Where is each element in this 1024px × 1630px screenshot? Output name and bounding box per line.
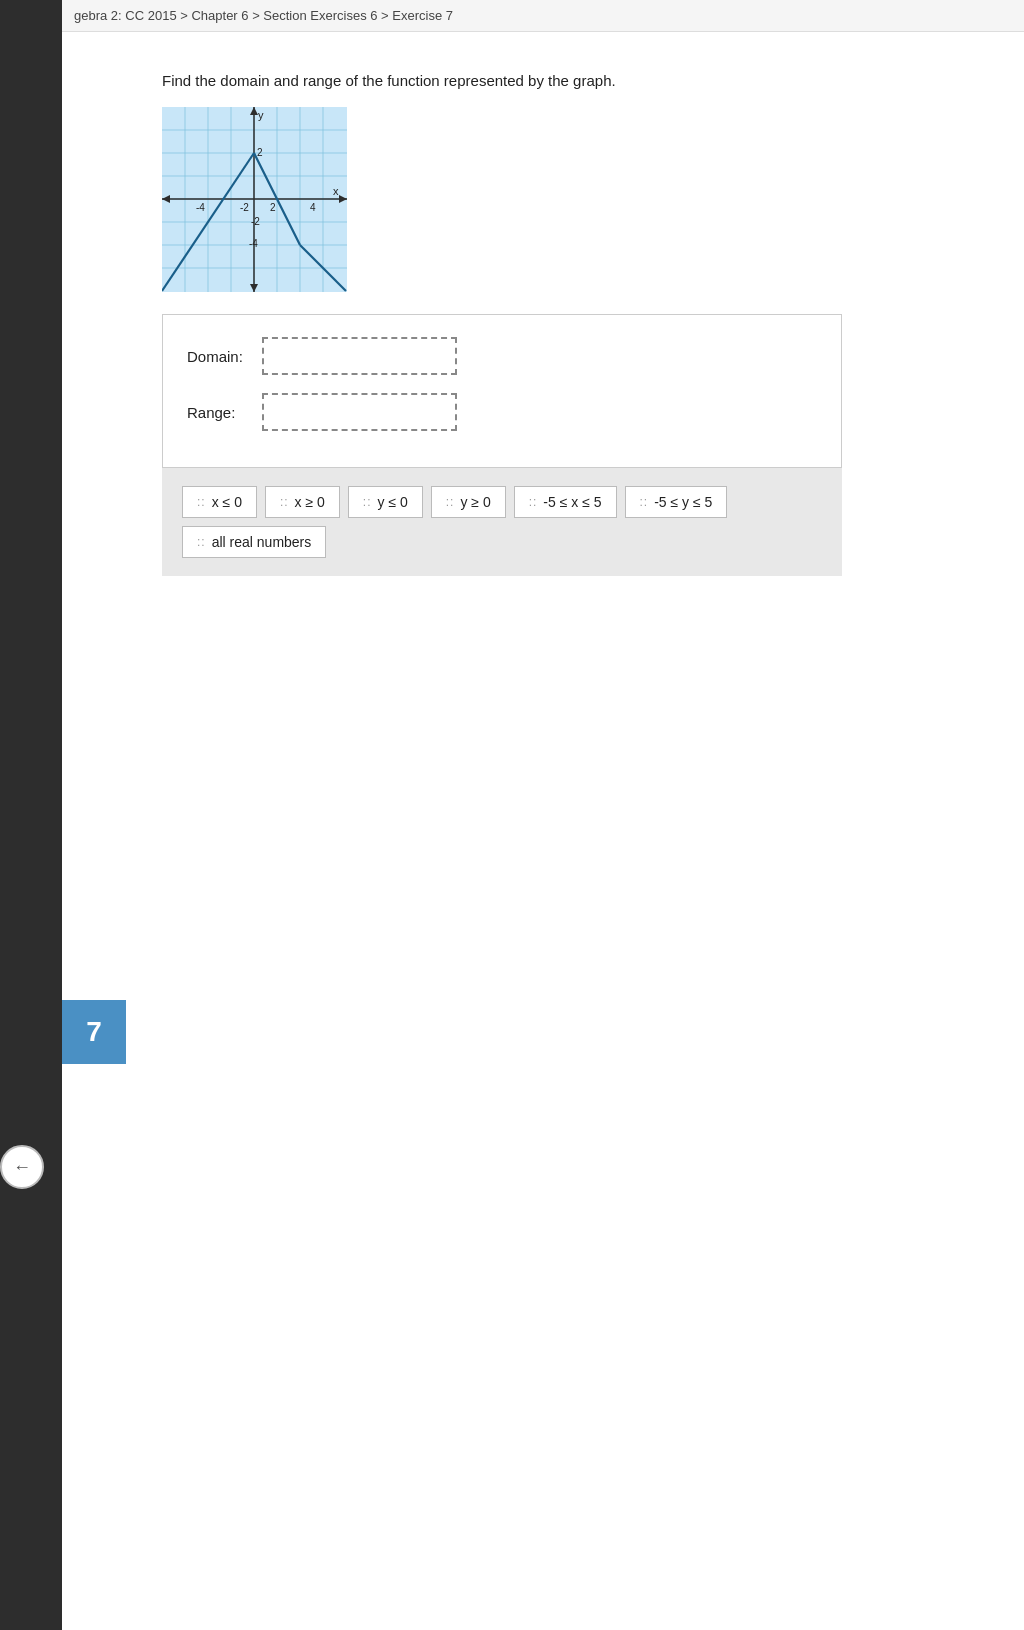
chip-x-le-0[interactable]: :: x ≤ 0 <box>182 486 257 518</box>
main-content: Find the domain and range of the functio… <box>62 32 1024 1630</box>
chip-label-4: y ≥ 0 <box>460 494 490 510</box>
chips-area: :: x ≤ 0 :: x ≥ 0 :: y ≤ 0 :: y ≥ 0 :: -… <box>162 468 842 576</box>
exercise-number: 7 <box>86 1016 102 1048</box>
domain-row: Domain: <box>187 337 817 375</box>
chip-label-3: y ≤ 0 <box>378 494 408 510</box>
chip-dots-3: :: <box>363 495 372 509</box>
range-row: Range: <box>187 393 817 431</box>
range-input[interactable] <box>262 393 457 431</box>
domain-input[interactable] <box>262 337 457 375</box>
svg-text:2: 2 <box>257 147 263 158</box>
chip-dots-1: :: <box>197 495 206 509</box>
chip-y-ge-0[interactable]: :: y ≥ 0 <box>431 486 506 518</box>
breadcrumb: gebra 2: CC 2015 > Chapter 6 > Section E… <box>62 0 1024 32</box>
svg-text:-4: -4 <box>249 238 258 249</box>
svg-text:x: x <box>333 185 339 197</box>
svg-text:4: 4 <box>310 202 316 213</box>
breadcrumb-text: gebra 2: CC 2015 > Chapter 6 > Section E… <box>74 8 453 23</box>
chip-dots-4: :: <box>446 495 455 509</box>
chip-x-range[interactable]: :: -5 ≤ x ≤ 5 <box>514 486 617 518</box>
chip-y-range[interactable]: :: -5 ≤ y ≤ 5 <box>625 486 728 518</box>
chip-label-6: -5 ≤ y ≤ 5 <box>654 494 712 510</box>
function-graph: y x -2 2 4 -4 2 -2 -4 <box>162 107 347 292</box>
back-button[interactable]: ← <box>0 1145 44 1189</box>
svg-text:-4: -4 <box>196 202 205 213</box>
graph-container: y x -2 2 4 -4 2 -2 -4 <box>162 107 347 292</box>
chip-label-5: -5 ≤ x ≤ 5 <box>543 494 601 510</box>
svg-text:y: y <box>258 109 264 121</box>
sidebar <box>0 0 62 1630</box>
chip-label-2: x ≥ 0 <box>295 494 325 510</box>
svg-text:2: 2 <box>270 202 276 213</box>
chip-dots-6: :: <box>640 495 649 509</box>
chip-dots-7: :: <box>197 535 206 549</box>
chip-label-7: all real numbers <box>212 534 312 550</box>
svg-text:-2: -2 <box>251 216 260 227</box>
domain-label: Domain: <box>187 348 262 365</box>
chip-label-1: x ≤ 0 <box>212 494 242 510</box>
svg-text:-2: -2 <box>240 202 249 213</box>
answer-area: Domain: Range: <box>162 314 842 468</box>
chip-all-reals[interactable]: :: all real numbers <box>182 526 326 558</box>
question-text: Find the domain and range of the functio… <box>162 72 964 89</box>
exercise-badge: 7 <box>62 1000 126 1064</box>
back-icon: ← <box>13 1157 31 1178</box>
chip-x-ge-0[interactable]: :: x ≥ 0 <box>265 486 340 518</box>
chip-dots-2: :: <box>280 495 289 509</box>
range-label: Range: <box>187 404 262 421</box>
chip-dots-5: :: <box>529 495 538 509</box>
chip-y-le-0[interactable]: :: y ≤ 0 <box>348 486 423 518</box>
